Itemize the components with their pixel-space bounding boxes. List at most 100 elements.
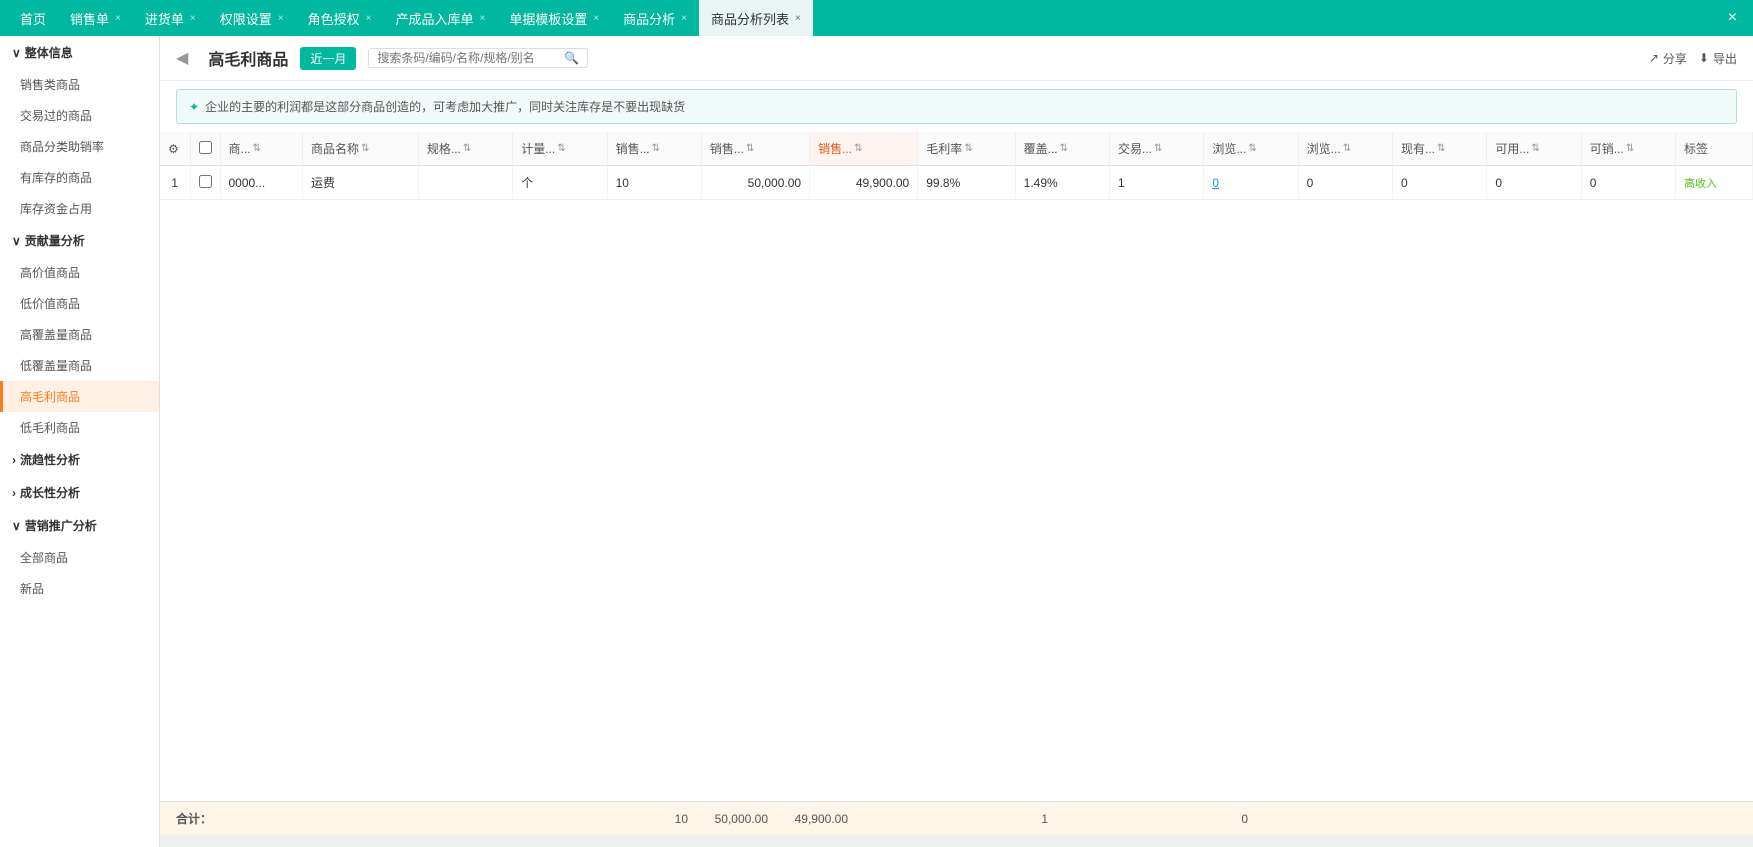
sidebar-group-growth[interactable]: › 成长性分析 xyxy=(0,476,159,509)
col-code-header[interactable]: 商... ⇅ xyxy=(220,132,303,166)
col-tag-header: 标签 xyxy=(1676,132,1753,166)
col-sale-profit-header[interactable]: 销售... ⇅ xyxy=(810,132,918,166)
close-permissions-tab[interactable]: × xyxy=(278,13,284,24)
row-tag: 高收入 xyxy=(1676,166,1753,200)
col-stock-header[interactable]: 现有... ⇅ xyxy=(1393,132,1487,166)
sort-browse1-icon[interactable]: ⇅ xyxy=(1248,143,1256,154)
sort-code-icon[interactable]: ⇅ xyxy=(253,143,261,154)
col-sale-amount-header[interactable]: 销售... ⇅ xyxy=(701,132,809,166)
sidebar-item-high-coverage[interactable]: 高覆盖量商品 xyxy=(0,319,159,350)
close-product-analysis-list-tab[interactable]: × xyxy=(795,13,801,24)
sort-name-icon[interactable]: ⇅ xyxy=(361,143,369,154)
sort-sale-qty-icon[interactable]: ⇅ xyxy=(652,143,660,154)
close-roles-tab[interactable]: × xyxy=(366,13,372,24)
row-gross-margin: 99.8% xyxy=(918,166,1015,200)
sidebar-item-in-stock-goods[interactable]: 有库存的商品 xyxy=(0,162,159,193)
col-unit-header[interactable]: 计量... ⇅ xyxy=(513,132,607,166)
sort-coverage-icon[interactable]: ⇅ xyxy=(1060,143,1068,154)
sort-stock-icon[interactable]: ⇅ xyxy=(1437,143,1445,154)
sidebar-item-category-assist[interactable]: 商品分类助销率 xyxy=(0,131,159,162)
sidebar-item-all-goods[interactable]: 全部商品 xyxy=(0,542,159,573)
sort-saleable-icon[interactable]: ⇅ xyxy=(1626,143,1634,154)
sidebar-collapse-button[interactable]: ◀ xyxy=(176,48,188,68)
export-button[interactable]: ⬇ 导出 xyxy=(1699,50,1737,67)
sidebar-group-contribution[interactable]: ∨ 贡献量分析 xyxy=(0,224,159,257)
sidebar-group-trend[interactable]: › 流趋性分析 xyxy=(0,443,159,476)
sort-sale-profit-icon[interactable]: ⇅ xyxy=(854,143,862,154)
export-icon: ⬇ xyxy=(1699,51,1709,65)
close-sales-tab[interactable]: × xyxy=(115,13,121,24)
nav-tab-template-settings[interactable]: 单据模板设置 × xyxy=(497,0,611,36)
row-stock: 0 xyxy=(1393,166,1487,200)
chevron-right-icon-2: › xyxy=(12,486,16,500)
col-available-header[interactable]: 可用... ⇅ xyxy=(1487,132,1581,166)
row-select-checkbox[interactable] xyxy=(199,175,212,188)
row-code: 0000... xyxy=(220,166,303,200)
row-index: 1 xyxy=(160,166,190,200)
col-gross-margin-header[interactable]: 毛利率 ⇅ xyxy=(918,132,1015,166)
search-icon[interactable]: 🔍 xyxy=(564,51,579,65)
col-saleable-header[interactable]: 可销... ⇅ xyxy=(1581,132,1675,166)
nav-tab-roles[interactable]: 角色授权 × xyxy=(296,0,384,36)
col-sale-qty-header[interactable]: 销售... ⇅ xyxy=(607,132,701,166)
col-browse2-header[interactable]: 浏览... ⇅ xyxy=(1298,132,1392,166)
search-box[interactable]: 🔍 xyxy=(368,48,588,68)
row-browse1[interactable]: 0 xyxy=(1204,166,1298,200)
col-coverage-header[interactable]: 覆盖... ⇅ xyxy=(1015,132,1109,166)
nav-tab-home[interactable]: 首页 xyxy=(8,0,58,36)
content-area: ◀ 高毛利商品 近一月 🔍 ↗ 分享 ⬇ 导出 ✦ 企业的主要的利润都是这部 xyxy=(160,36,1753,847)
settings-icon[interactable]: ⚙ xyxy=(168,142,179,156)
sort-sale-amount-icon[interactable]: ⇅ xyxy=(746,143,754,154)
close-template-settings-tab[interactable]: × xyxy=(593,13,599,24)
table-container[interactable]: ⚙ 商... ⇅ 商品名称 xyxy=(160,132,1753,801)
nav-tab-product-analysis-list[interactable]: 商品分析列表 × xyxy=(699,0,813,36)
select-all-checkbox[interactable] xyxy=(199,141,212,154)
sort-spec-icon[interactable]: ⇅ xyxy=(463,143,471,154)
nav-tab-purchase[interactable]: 进货单 × xyxy=(133,0,208,36)
sidebar-item-new-goods[interactable]: 新品 xyxy=(0,573,159,604)
sidebar-item-traded-goods[interactable]: 交易过的商品 xyxy=(0,100,159,131)
share-button[interactable]: ↗ 分享 xyxy=(1649,50,1687,67)
tag-badge: 高收入 xyxy=(1684,178,1717,190)
close-purchase-tab[interactable]: × xyxy=(190,13,196,24)
sidebar-item-high-value[interactable]: 高价值商品 xyxy=(0,257,159,288)
sidebar-item-sales-goods[interactable]: 销售类商品 xyxy=(0,69,159,100)
sidebar-item-stock-capital[interactable]: 库存资金占用 xyxy=(0,193,159,224)
col-name-header[interactable]: 商品名称 ⇅ xyxy=(303,132,419,166)
horizontal-scrollbar[interactable] xyxy=(160,835,1753,847)
sort-available-icon[interactable]: ⇅ xyxy=(1531,143,1539,154)
col-spec-header[interactable]: 规格... ⇅ xyxy=(418,132,512,166)
period-filter-button[interactable]: 近一月 xyxy=(300,47,356,70)
nav-tab-product-inbound[interactable]: 产成品入库单 × xyxy=(383,0,497,36)
sidebar-group-overall[interactable]: ∨ 整体信息 xyxy=(0,36,159,69)
row-sale-qty: 10 xyxy=(607,166,701,200)
top-navigation: 首页 销售单 × 进货单 × 权限设置 × 角色授权 × 产成品入库单 × 单据… xyxy=(0,0,1753,36)
sidebar-group-marketing[interactable]: ∨ 营销推广分析 xyxy=(0,509,159,542)
close-product-inbound-tab[interactable]: × xyxy=(479,13,485,24)
chevron-down-icon-2: ∨ xyxy=(12,234,21,248)
close-all-tabs[interactable]: × xyxy=(1720,5,1745,31)
header-actions: ↗ 分享 ⬇ 导出 xyxy=(1649,50,1737,67)
row-sale-amount: 50,000.00 xyxy=(701,166,809,200)
col-settings[interactable]: ⚙ xyxy=(160,132,190,166)
sort-gross-margin-icon[interactable]: ⇅ xyxy=(964,143,972,154)
content-header: ◀ 高毛利商品 近一月 🔍 ↗ 分享 ⬇ 导出 xyxy=(160,36,1753,81)
sidebar-item-low-coverage[interactable]: 低覆盖量商品 xyxy=(0,350,159,381)
nav-tab-permissions[interactable]: 权限设置 × xyxy=(208,0,296,36)
sort-trade-icon[interactable]: ⇅ xyxy=(1154,143,1162,154)
sidebar-item-high-margin[interactable]: 高毛利商品 xyxy=(0,381,159,412)
sort-unit-icon[interactable]: ⇅ xyxy=(557,143,565,154)
sidebar-item-low-value[interactable]: 低价值商品 xyxy=(0,288,159,319)
sidebar-item-low-margin[interactable]: 低毛利商品 xyxy=(0,412,159,443)
row-browse2: 0 xyxy=(1298,166,1392,200)
nav-tab-sales[interactable]: 销售单 × xyxy=(58,0,133,36)
close-product-analysis-tab[interactable]: × xyxy=(681,13,687,24)
nav-tab-product-analysis[interactable]: 商品分析 × xyxy=(611,0,699,36)
footer-trade: 1 xyxy=(976,812,1056,826)
search-input[interactable] xyxy=(377,51,564,65)
col-browse1-header[interactable]: 浏览... ⇅ xyxy=(1204,132,1298,166)
row-checkbox[interactable] xyxy=(190,166,220,200)
col-trade-header[interactable]: 交易... ⇅ xyxy=(1109,132,1203,166)
table-footer: 合计： 10 50,000.00 49,900.00 1 0 xyxy=(160,801,1753,835)
sort-browse2-icon[interactable]: ⇅ xyxy=(1343,143,1351,154)
